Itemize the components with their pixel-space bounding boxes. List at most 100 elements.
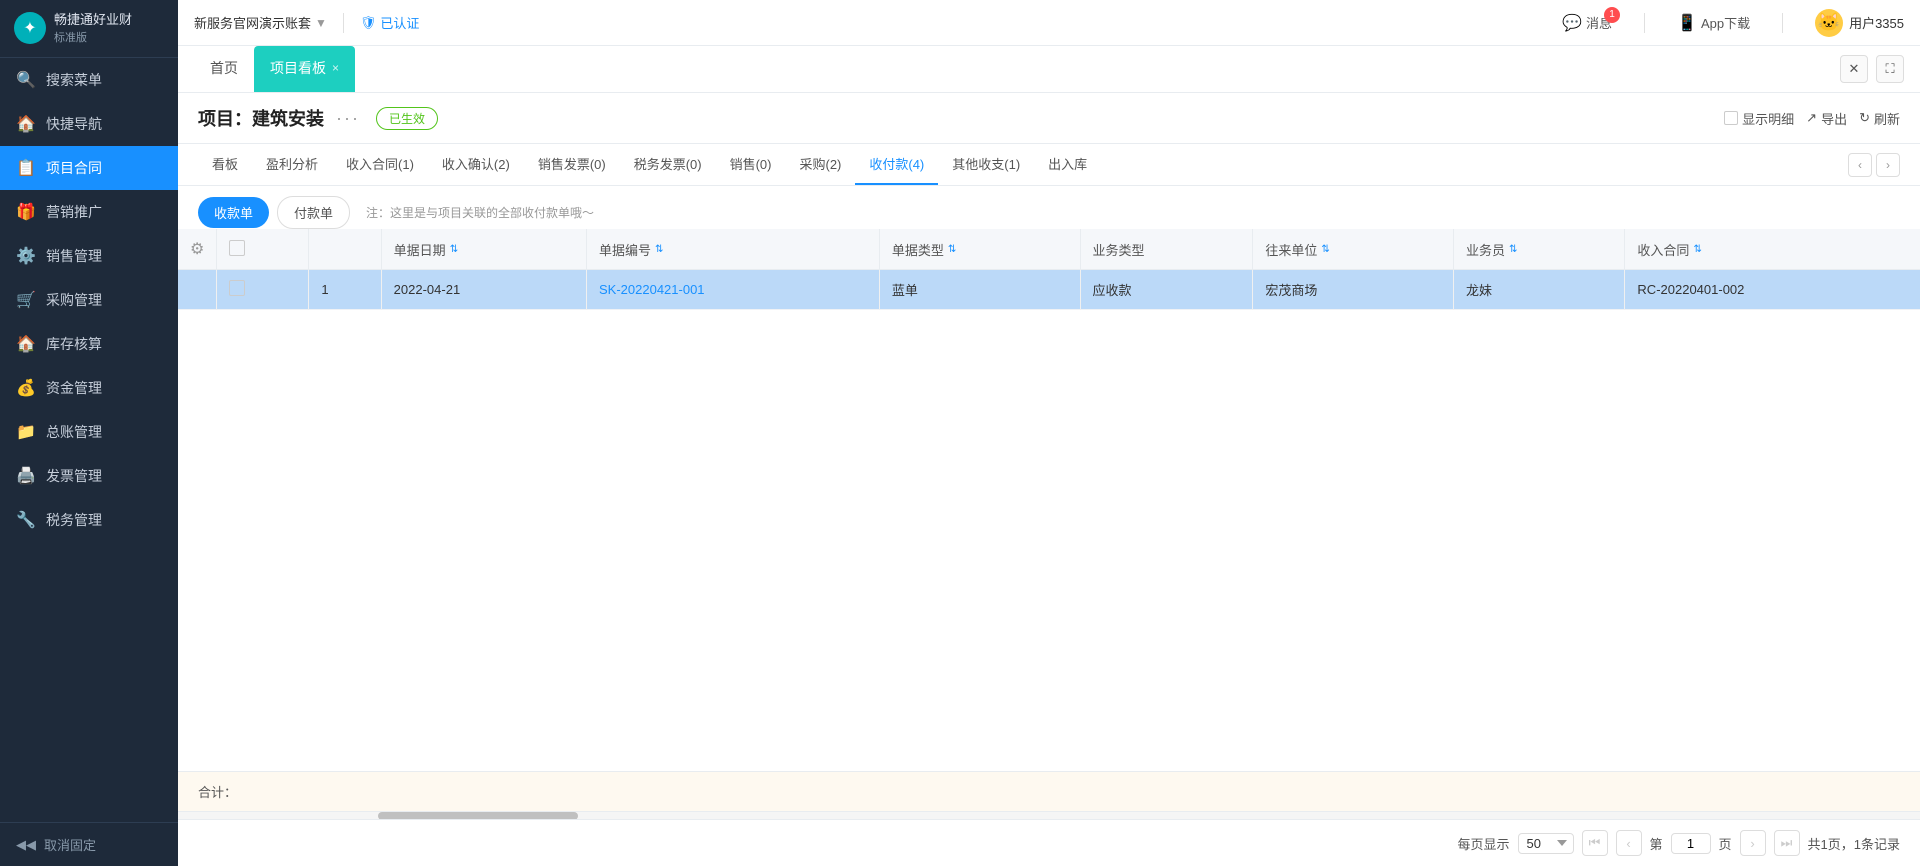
last-page-button[interactable]: ⏭ [1774,830,1800,856]
app-logo: ✦ 畅捷通好业财 标准版 [0,0,178,58]
sidebar-item-sales[interactable]: ⚙️ 销售管理 [0,234,178,278]
refresh-button[interactable]: ↻ 刷新 [1859,109,1900,128]
sort-income-contract-icon: ⇅ [1693,244,1701,255]
sidebar-item-sales-label: 销售管理 [46,246,102,266]
record-number-link[interactable]: SK-20220421-001 [599,282,705,297]
th-settings: ⚙ [178,229,217,270]
prev-page-button[interactable]: ‹ [1616,830,1642,856]
sidebar-item-shortcut[interactable]: 🏠 快捷导航 [0,102,178,146]
gear-icon: ⚙️ [16,246,36,266]
sort-type-icon: ⇅ [948,244,956,255]
status-badge: 已生效 [376,107,438,130]
sidebar-item-invoice-label: 发票管理 [46,466,102,486]
tab-kanban-close-icon[interactable]: × [332,61,339,75]
table-row[interactable]: 1 2022-04-21 SK-20220421-001 蓝单 应收款 宏茂商场… [178,270,1920,310]
close-window-button[interactable]: ✕ [1840,55,1868,83]
sidebar-item-inventory[interactable]: 🏠 库存核算 [0,322,178,366]
sidebar-item-marketing[interactable]: 🎁 营销推广 [0,190,178,234]
browser-tabs: 首页 项目看板 × ✕ ⛶ [178,46,1920,93]
sub-tab-purchase[interactable]: 采购(2) [785,144,855,185]
sub-tabs-bar: 看板 盈利分析 收入合同(1) 收入确认(2) 销售发票(0) 税务发票(0) … [178,144,1920,186]
user-menu-button[interactable]: 🐱 用户3355 [1815,9,1904,37]
td-settings [178,270,217,310]
sub-tab-sales-invoice[interactable]: 销售发票(0) [524,144,620,185]
sub-tab-receipts[interactable]: 收付款(4) [855,144,938,185]
sidebar-item-ledger[interactable]: 📁 总账管理 [0,410,178,454]
inner-tab-receipt[interactable]: 收款单 [198,197,269,228]
fullscreen-button[interactable]: ⛶ [1876,55,1904,83]
sidebar-item-invoice[interactable]: 🖨️ 发票管理 [0,454,178,498]
sidebar-item-inventory-label: 库存核算 [46,334,102,354]
sidebar-item-tax-label: 税务管理 [46,510,102,530]
settings-icon[interactable]: ⚙ [190,241,204,258]
show-detail-button[interactable]: 显示明细 [1724,109,1794,128]
horizontal-scrollbar[interactable] [178,811,1920,819]
topbar-divider [343,13,344,33]
sidebar-item-finance-label: 资金管理 [46,378,102,398]
inner-tab-note: 注：这里是与项目关联的全部收付款单哦～ [366,204,594,221]
th-type[interactable]: 单据类型 ⇅ [879,229,1080,270]
pagination-bar: 每页显示 50 100 200 ⏮ ‹ 第 页 › ⏭ 共1页，1条记录 [178,819,1920,866]
tabs-controls: ✕ ⛶ [1840,55,1904,83]
more-menu-button[interactable]: ··· [336,108,360,129]
project-selector[interactable]: 新服务官网演示账套 ▼ [194,13,327,32]
sub-tab-sales[interactable]: 销售(0) [716,144,786,185]
sort-number-icon: ⇅ [655,244,663,255]
sub-tab-warehouse[interactable]: 出入库 [1034,144,1101,185]
summary-row: 合计： [178,771,1920,811]
tab-kanban-label: 项目看板 [270,58,326,78]
sub-tab-income-confirm[interactable]: 收入确认(2) [428,144,524,185]
th-number-sort: 单据编号 ⇅ [599,240,867,259]
shield-icon: 🛡 [360,15,377,31]
cancel-pin-button[interactable]: ◀◀ 取消固定 [0,822,178,866]
dropdown-arrow-icon: ▼ [315,16,327,30]
project-name: 新服务官网演示账套 [194,13,311,32]
sub-tab-other-expenses[interactable]: 其他收支(1) [938,144,1034,185]
page-suffix: 页 [1719,834,1732,853]
sidebar-item-tax[interactable]: 🔧 税务管理 [0,498,178,542]
sidebar-item-purchase-label: 采购管理 [46,290,102,310]
th-partner[interactable]: 往来单位 ⇅ [1253,229,1454,270]
page-actions: 显示明细 ↗ 导出 ↻ 刷新 [1724,109,1900,128]
current-page-input[interactable] [1671,833,1711,854]
sub-tab-profit[interactable]: 盈利分析 [252,144,332,185]
export-icon: ↗ [1806,110,1817,126]
next-page-button[interactable]: › [1740,830,1766,856]
sub-tab-tax-invoice[interactable]: 税务发票(0) [620,144,716,185]
sub-tab-income-contract[interactable]: 收入合同(1) [332,144,428,185]
show-detail-checkbox[interactable] [1724,111,1738,125]
export-button[interactable]: ↗ 导出 [1806,109,1847,128]
sidebar-item-purchase[interactable]: 🛒 采购管理 [0,278,178,322]
sub-tab-kanban[interactable]: 看板 [198,144,252,185]
row-checkbox[interactable] [229,280,245,296]
tab-home[interactable]: 首页 [194,46,254,92]
sidebar-item-finance[interactable]: 💰 资金管理 [0,366,178,410]
main-area: 新服务官网演示账套 ▼ 🛡 已认证 💬 消息 1 📱 App下载 🐱 用户335… [178,0,1920,866]
th-salesperson[interactable]: 业务员 ⇅ [1453,229,1624,270]
th-partner-sort: 往来单位 ⇅ [1265,240,1441,259]
sub-tabs-prev-button[interactable]: ‹ [1848,153,1872,177]
app-download-label: App下载 [1701,13,1750,32]
inner-tab-payment[interactable]: 付款单 [277,196,350,229]
th-number[interactable]: 单据编号 ⇅ [587,229,880,270]
message-badge: 1 [1604,7,1620,23]
logo-text: 畅捷通好业财 [54,12,132,29]
message-button[interactable]: 💬 消息 1 [1562,13,1612,33]
sub-tabs-next-button[interactable]: › [1876,153,1900,177]
th-income-contract-sort: 收入合同 ⇅ [1637,240,1908,259]
app-download-button[interactable]: 📱 App下载 [1677,13,1750,33]
sidebar-item-search[interactable]: 🔍 搜索菜单 [0,58,178,102]
th-date[interactable]: 单据日期 ⇅ [381,229,586,270]
th-income-contract[interactable]: 收入合同 ⇅ [1625,229,1920,270]
scrollbar-thumb[interactable] [378,812,578,819]
td-income-contract: RC-20220401-002 [1625,270,1920,310]
sub-tabs-arrows: ‹ › [1848,153,1900,177]
refresh-icon: ↻ [1859,110,1870,126]
table-header-row: ⚙ 单据日期 ⇅ [178,229,1920,270]
first-page-button[interactable]: ⏮ [1582,830,1608,856]
sidebar-item-contract[interactable]: 📋 项目合同 [0,146,178,190]
per-page-select[interactable]: 50 100 200 [1518,833,1574,854]
header-checkbox[interactable] [229,240,245,256]
tab-kanban[interactable]: 项目看板 × [254,46,355,92]
certified-label: 已认证 [380,13,419,32]
